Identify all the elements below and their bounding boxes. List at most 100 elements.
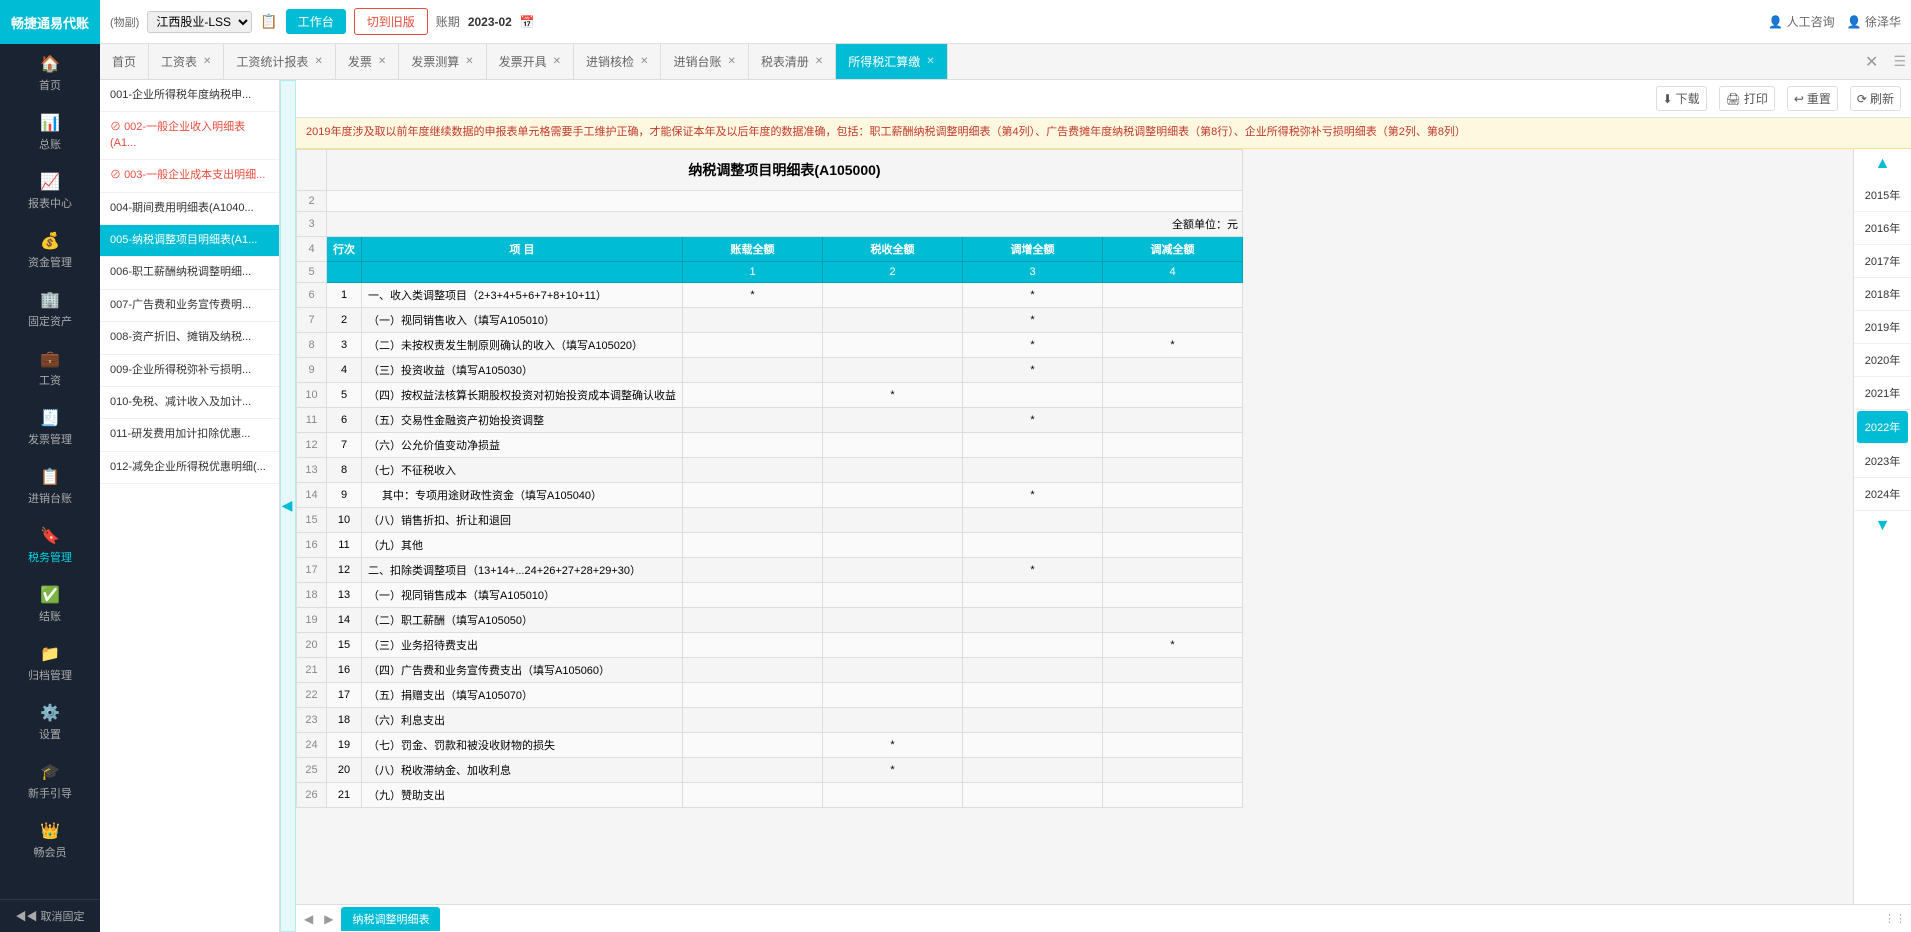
tab-invoice[interactable]: 发票 ✕	[336, 44, 399, 80]
cell-c2[interactable]	[823, 507, 963, 532]
sidebar-item-assets[interactable]: 🏢 固定资产	[0, 280, 100, 339]
tab-settings-icon[interactable]: ☰	[1888, 53, 1911, 70]
cell-c4[interactable]	[1103, 657, 1243, 682]
table-row[interactable]: 24 19 （七）罚金、罚款和被没收财物的损失 *	[297, 732, 1243, 757]
cell-c4[interactable]	[1103, 382, 1243, 407]
cell-c1[interactable]	[683, 332, 823, 357]
cell-c2[interactable]	[823, 582, 963, 607]
cell-c3[interactable]	[963, 382, 1103, 407]
download-button[interactable]: ⬇ 下载	[1656, 86, 1707, 111]
cell-c2[interactable]: *	[823, 757, 963, 782]
left-item-003[interactable]: ⊘ 003-一般企业成本支出明细...	[100, 160, 279, 192]
cell-c4[interactable]	[1103, 782, 1243, 807]
close-icon[interactable]: ✕	[465, 56, 473, 67]
sidebar-item-tax[interactable]: 🔖 税务管理	[0, 516, 100, 575]
table-row[interactable]: 9 4 （三）投资收益（填写A105030） *	[297, 357, 1243, 382]
refresh-button[interactable]: ⟳ 刷新	[1850, 86, 1901, 111]
cell-c1[interactable]	[683, 707, 823, 732]
tab-tax-table[interactable]: 税表清册 ✕	[749, 44, 836, 80]
cell-c3[interactable]: *	[963, 332, 1103, 357]
cell-c4[interactable]	[1103, 482, 1243, 507]
cell-c4[interactable]	[1103, 707, 1243, 732]
cell-c1[interactable]	[683, 757, 823, 782]
table-row[interactable]: 15 10 （八）销售折扣、折让和退回	[297, 507, 1243, 532]
calendar-icon[interactable]: 📅	[520, 15, 535, 29]
cell-c2[interactable]	[823, 682, 963, 707]
cell-c4[interactable]	[1103, 507, 1243, 532]
table-row[interactable]: 13 8 （七）不征税收入	[297, 457, 1243, 482]
close-icon[interactable]: ✕	[378, 56, 386, 67]
year-up-button[interactable]: ▲	[1854, 149, 1911, 179]
user-service-btn[interactable]: 👤 人工咨询	[1768, 13, 1834, 30]
cell-c4[interactable]	[1103, 757, 1243, 782]
close-icon[interactable]: ✕	[926, 56, 934, 67]
cell-c2[interactable]	[823, 707, 963, 732]
company-selector[interactable]: 江西股业-LSS	[147, 11, 252, 33]
cell-c2[interactable]	[823, 407, 963, 432]
sidebar-item-reports[interactable]: 📈 报表中心	[0, 162, 100, 221]
year-item-2015[interactable]: 2015年	[1854, 179, 1911, 212]
close-icon[interactable]: ✕	[815, 56, 823, 67]
cell-c1[interactable]	[683, 657, 823, 682]
pin-toggle[interactable]: ◀◀ 取消固定	[0, 899, 100, 932]
table-row[interactable]: 17 12 二、扣除类调整项目（13+14+...24+26+27+28+29+…	[297, 557, 1243, 582]
cell-c4[interactable]	[1103, 582, 1243, 607]
table-row[interactable]: 14 9 其中：专项用途财政性资金（填写A105040） *	[297, 482, 1243, 507]
sheet-nav-right[interactable]: ▶	[321, 909, 336, 929]
cell-c2[interactable]	[823, 307, 963, 332]
year-item-2020[interactable]: 2020年	[1854, 344, 1911, 377]
sidebar-item-settings[interactable]: ⚙️ 设置	[0, 693, 100, 752]
cell-c1[interactable]	[683, 382, 823, 407]
table-row[interactable]: 26 21 （九）赞助支出	[297, 782, 1243, 807]
cell-c2[interactable]	[823, 607, 963, 632]
reset-button[interactable]: ↩ 重置	[1787, 86, 1838, 111]
cell-c1[interactable]	[683, 732, 823, 757]
year-down-button[interactable]: ▼	[1854, 511, 1911, 541]
sidebar-item-home[interactable]: 🏠 首页	[0, 44, 100, 103]
left-item-005[interactable]: 005-纳税调整项目明细表(A1...	[100, 225, 279, 257]
close-icon[interactable]: ✕	[727, 56, 735, 67]
cell-c4[interactable]	[1103, 457, 1243, 482]
cell-c3[interactable]	[963, 632, 1103, 657]
sheet-main[interactable]: 纳税调整项目明细表(A105000) 2 3 全额单位：元	[296, 149, 1853, 904]
cell-c1[interactable]	[683, 557, 823, 582]
cell-c4[interactable]	[1103, 532, 1243, 557]
left-item-006[interactable]: 006-职工薪酬纳税调整明细...	[100, 257, 279, 289]
cell-c4[interactable]	[1103, 407, 1243, 432]
tab-purchase-ledger[interactable]: 进销台账 ✕	[661, 44, 748, 80]
cell-c2[interactable]	[823, 332, 963, 357]
cell-c1[interactable]	[683, 582, 823, 607]
table-row[interactable]: 12 7 （六）公允价值变动净损益	[297, 432, 1243, 457]
cell-c1[interactable]	[683, 307, 823, 332]
sidebar-item-funds[interactable]: 💰 资金管理	[0, 221, 100, 280]
cell-c4[interactable]	[1103, 307, 1243, 332]
left-item-011[interactable]: 011-研发费用加计扣除优惠...	[100, 419, 279, 451]
cell-c3[interactable]	[963, 782, 1103, 807]
close-icon[interactable]: ✕	[203, 56, 211, 67]
cell-c1[interactable]	[683, 432, 823, 457]
cell-c3[interactable]	[963, 657, 1103, 682]
cell-c3[interactable]	[963, 732, 1103, 757]
tab-invoice-calc[interactable]: 发票测算 ✕	[399, 44, 486, 80]
cell-c1[interactable]	[683, 482, 823, 507]
cell-c1[interactable]	[683, 407, 823, 432]
cell-c4[interactable]	[1103, 282, 1243, 307]
avatar[interactable]: 👤 徐泽华	[1847, 13, 1901, 30]
print-button[interactable]: 🖨 打印	[1719, 86, 1775, 111]
left-item-007[interactable]: 007-广告费和业务宣传费明...	[100, 290, 279, 322]
sheet-nav-left[interactable]: ◀	[301, 909, 316, 929]
cell-c3[interactable]: *	[963, 557, 1103, 582]
table-row[interactable]: 10 5 （四）按权益法核算长期股权投资对初始投资成本调整确认收益 *	[297, 382, 1243, 407]
cell-c4[interactable]	[1103, 557, 1243, 582]
cell-c3[interactable]: *	[963, 482, 1103, 507]
cell-c1[interactable]	[683, 532, 823, 557]
cell-c4[interactable]	[1103, 607, 1243, 632]
copy-icon[interactable]: 📋	[260, 13, 277, 30]
cell-c4[interactable]: *	[1103, 632, 1243, 657]
table-row[interactable]: 22 17 （五）捐赠支出（填写A105070）	[297, 682, 1243, 707]
cell-c2[interactable]	[823, 457, 963, 482]
year-item-2019[interactable]: 2019年	[1854, 311, 1911, 344]
cell-c2[interactable]	[823, 632, 963, 657]
old-version-button[interactable]: 切到旧版	[354, 8, 428, 35]
table-row[interactable]: 7 2 （一）视同销售收入（填写A105010） *	[297, 307, 1243, 332]
